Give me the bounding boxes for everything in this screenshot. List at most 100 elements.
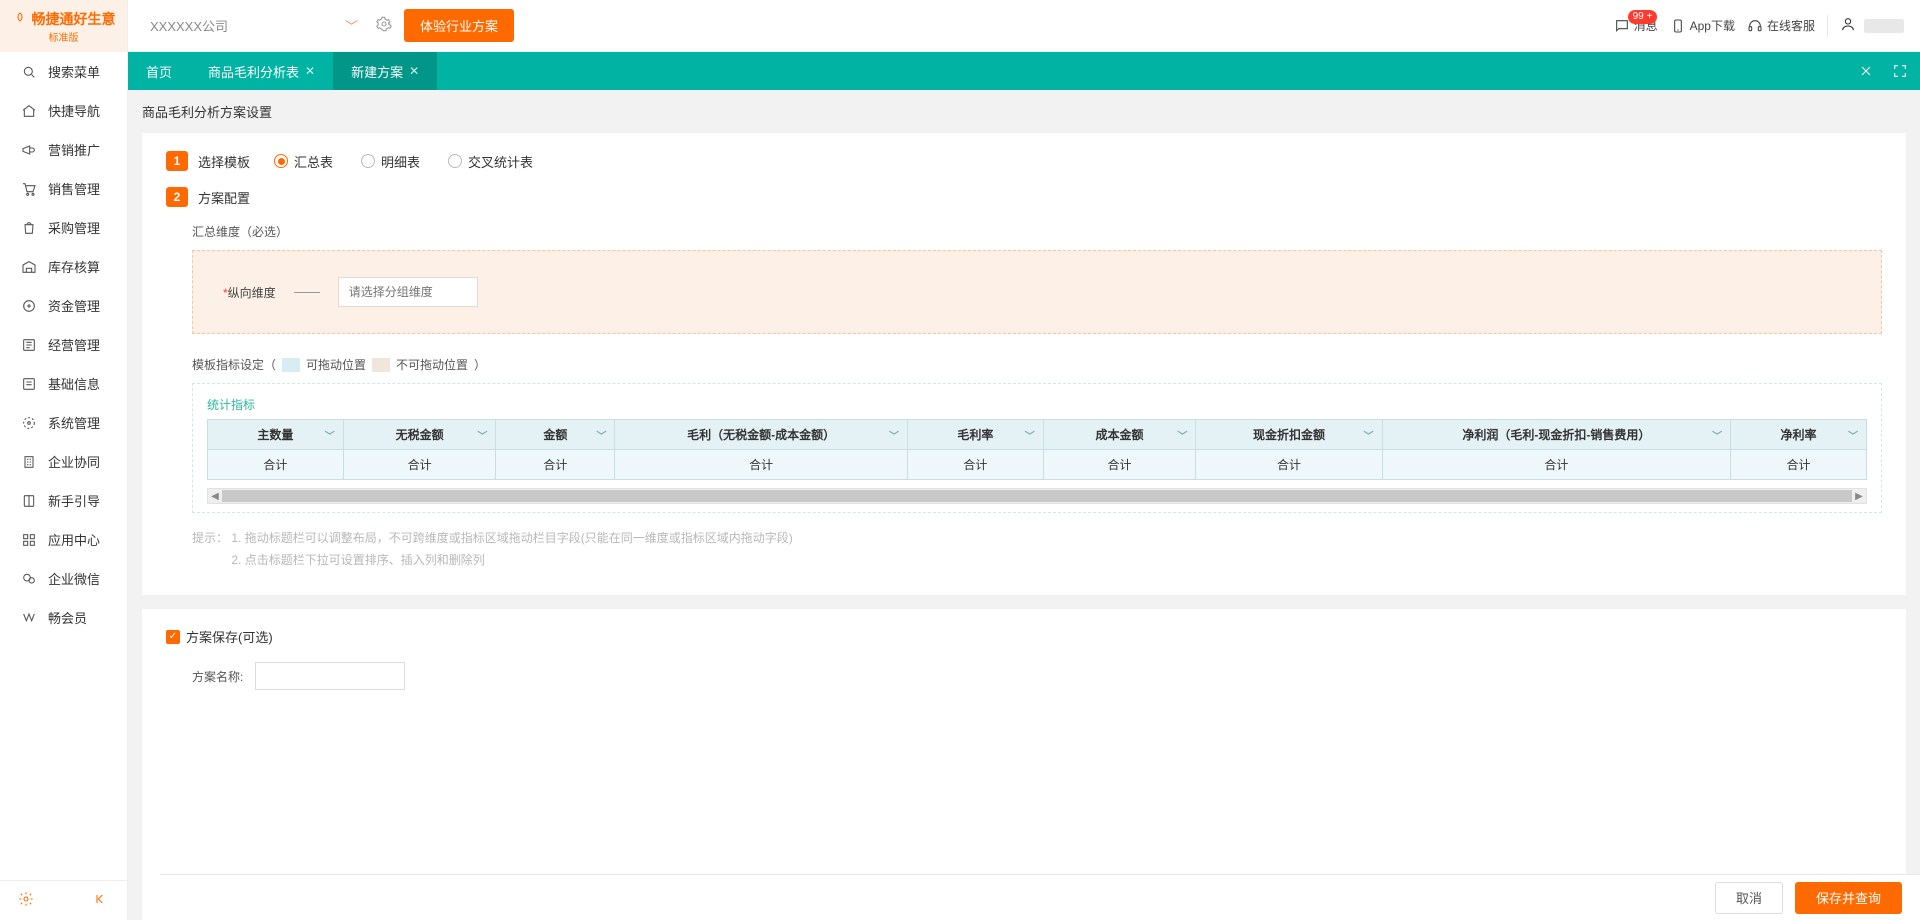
horizontal-scrollbar[interactable]: ◀ ▶ — [207, 488, 1867, 504]
col-label: 现金折扣金额 — [1253, 428, 1325, 442]
col-label: 净利率 — [1781, 428, 1817, 442]
sidebar-item-7[interactable]: 经营管理 — [0, 325, 127, 364]
indicator-col-6[interactable]: 现金折扣金额 ﹀ — [1196, 420, 1382, 450]
indicator-col-5[interactable]: 成本金额 ﹀ — [1043, 420, 1196, 450]
sidebar-item-11[interactable]: 新手引导 — [0, 481, 127, 520]
user-menu[interactable] — [1840, 16, 1904, 35]
chevron-down-icon[interactable]: ﹀ — [1364, 427, 1374, 442]
indicator-col-7[interactable]: 净利润（毛利-现金折扣-销售费用）﹀ — [1382, 420, 1731, 450]
online-support-link[interactable]: 在线客服 — [1747, 17, 1815, 34]
chevron-down-icon[interactable]: ﹀ — [325, 427, 335, 442]
template-radio-2[interactable]: 交叉统计表 — [448, 152, 533, 171]
tab-0[interactable]: 首页 — [128, 52, 190, 90]
chevron-down-icon[interactable]: ﹀ — [596, 427, 606, 442]
col-label: 成本金额 — [1096, 428, 1144, 442]
sidebar-item-label: 搜索菜单 — [48, 62, 100, 81]
messages-badge: 99 + — [1628, 10, 1658, 24]
tab-close-icon[interactable]: ✕ — [409, 64, 419, 78]
sidebar-item-label: 销售管理 — [48, 179, 100, 198]
indicator-col-0[interactable]: 主数量 ﹀ — [208, 420, 344, 450]
chevron-down-icon[interactable]: ﹀ — [477, 427, 487, 442]
sidebar-item-3[interactable]: 销售管理 — [0, 169, 127, 208]
try-industry-plan-button[interactable]: 体验行业方案 — [404, 9, 514, 42]
tab-1[interactable]: 商品毛利分析表 ✕ — [190, 52, 333, 90]
sidebar-item-10[interactable]: 企业协同 — [0, 442, 127, 481]
sidebar-item-12[interactable]: 应用中心 — [0, 520, 127, 559]
indicator-col-8[interactable]: 净利率 ﹀ — [1731, 420, 1867, 450]
chevron-down-icon[interactable]: ﹀ — [1177, 427, 1187, 442]
tab-2[interactable]: 新建方案 ✕ — [333, 52, 437, 90]
close-all-tabs-button[interactable] — [1852, 57, 1880, 85]
stat-indicator-title: 统计指标 — [207, 396, 1867, 413]
hints-block: 提示： 1. 拖动标题栏可以调整布局，不可跨维度或指标区域拖动栏目字段(只能在同… — [192, 527, 1882, 571]
brand-edition: 标准版 — [49, 29, 79, 44]
indicator-col-3[interactable]: 毛利（无税金额-成本金额）﹀ — [615, 420, 908, 450]
indicator-total-row: 合计合计合计合计合计合计合计合计合计 — [208, 450, 1867, 480]
sidebar-item-5[interactable]: 库存核算 — [0, 247, 127, 286]
connector-line — [294, 292, 320, 293]
online-support-label: 在线客服 — [1767, 17, 1815, 34]
plan-name-label: 方案名称: — [192, 668, 243, 685]
sidebar-item-1[interactable]: 快捷导航 — [0, 91, 127, 130]
radio-label: 明细表 — [381, 152, 420, 171]
step-1-number: 1 — [166, 151, 188, 171]
user-icon — [1840, 16, 1856, 35]
collapse-sidebar-icon[interactable] — [93, 891, 109, 910]
topbar: XXXXXX公司 ﹀ 体验行业方案 消息 99 + App下载 在线客服 — [128, 0, 1920, 52]
dimension-section-title: 汇总维度（必选） — [192, 223, 1882, 240]
vertical-dimension-input[interactable] — [338, 277, 478, 307]
indicator-header-row: 主数量﹀无税金额﹀金额﹀毛利（无税金额-成本金额）﹀毛利率﹀成本金额﹀现金折扣金… — [208, 420, 1867, 450]
scrollbar-thumb[interactable] — [222, 490, 1852, 502]
step-2-number: 2 — [166, 187, 188, 207]
scroll-left-arrow[interactable]: ◀ — [208, 489, 222, 503]
sidebar-item-14[interactable]: 畅会员 — [0, 598, 127, 637]
workspace-tabs: 首页商品毛利分析表 ✕ 新建方案 ✕ — [128, 52, 1920, 90]
settings-icon[interactable] — [18, 891, 34, 910]
company-selector[interactable]: XXXXXX公司 ﹀ — [144, 11, 364, 41]
plan-name-input[interactable] — [255, 662, 405, 690]
sidebar-item-label: 库存核算 — [48, 257, 100, 276]
radio-dot-icon — [274, 154, 288, 168]
chevron-down-icon[interactable]: ﹀ — [1848, 427, 1858, 442]
save-plan-checkbox-row[interactable]: ✓ 方案保存(可选) — [166, 627, 1882, 646]
col-label: 主数量 — [257, 428, 293, 442]
home-icon — [20, 102, 38, 120]
company-settings-icon[interactable] — [376, 16, 392, 35]
tab-label: 新建方案 — [351, 62, 403, 81]
sidebar-item-13[interactable]: 企业微信 — [0, 559, 127, 598]
sidebar-item-label: 基础信息 — [48, 374, 100, 393]
tab-label: 商品毛利分析表 — [208, 62, 299, 81]
indicator-col-2[interactable]: 金额﹀ — [496, 420, 615, 450]
hints-label: 提示： — [192, 531, 228, 545]
cancel-button[interactable]: 取消 — [1715, 882, 1783, 914]
messages-link[interactable]: 消息 99 + — [1614, 17, 1658, 34]
sidebar-item-label: 经营管理 — [48, 335, 100, 354]
dimension-panel: *纵向维度 — [192, 250, 1882, 334]
sidebar-item-6[interactable]: 资金管理 — [0, 286, 127, 325]
sidebar-item-label: 新手引导 — [48, 491, 100, 510]
sidebar-item-label: 资金管理 — [48, 296, 100, 315]
sidebar-item-8[interactable]: 基础信息 — [0, 364, 127, 403]
app-download-link[interactable]: App下载 — [1670, 17, 1735, 34]
fullscreen-button[interactable] — [1886, 57, 1914, 85]
template-radio-0[interactable]: 汇总表 — [274, 152, 333, 171]
config-card: 1 选择模板 汇总表明细表交叉统计表 2 方案配置 汇总维度（必选） *纵向维度… — [142, 133, 1906, 595]
col-label: 无税金额 — [396, 428, 444, 442]
scroll-right-arrow[interactable]: ▶ — [1852, 489, 1866, 503]
wechat-icon — [20, 570, 38, 588]
sidebar-item-0[interactable]: 搜索菜单 — [0, 52, 127, 91]
apps-icon — [20, 531, 38, 549]
tab-close-icon[interactable]: ✕ — [305, 64, 315, 78]
chevron-down-icon[interactable]: ﹀ — [889, 427, 899, 442]
chevron-down-icon[interactable]: ﹀ — [1025, 427, 1035, 442]
template-radio-1[interactable]: 明细表 — [361, 152, 420, 171]
sidebar-item-9[interactable]: 系统管理 — [0, 403, 127, 442]
chevron-down-icon[interactable]: ﹀ — [1712, 427, 1722, 442]
indicator-col-4[interactable]: 毛利率﹀ — [907, 420, 1043, 450]
chevron-down-icon: ﹀ — [345, 16, 358, 35]
save-and-query-button[interactable]: 保存并查询 — [1795, 882, 1902, 914]
sidebar-item-2[interactable]: 营销推广 — [0, 130, 127, 169]
sidebar-item-label: 营销推广 — [48, 140, 100, 159]
indicator-col-1[interactable]: 无税金额 ﹀ — [343, 420, 496, 450]
sidebar-item-4[interactable]: 采购管理 — [0, 208, 127, 247]
